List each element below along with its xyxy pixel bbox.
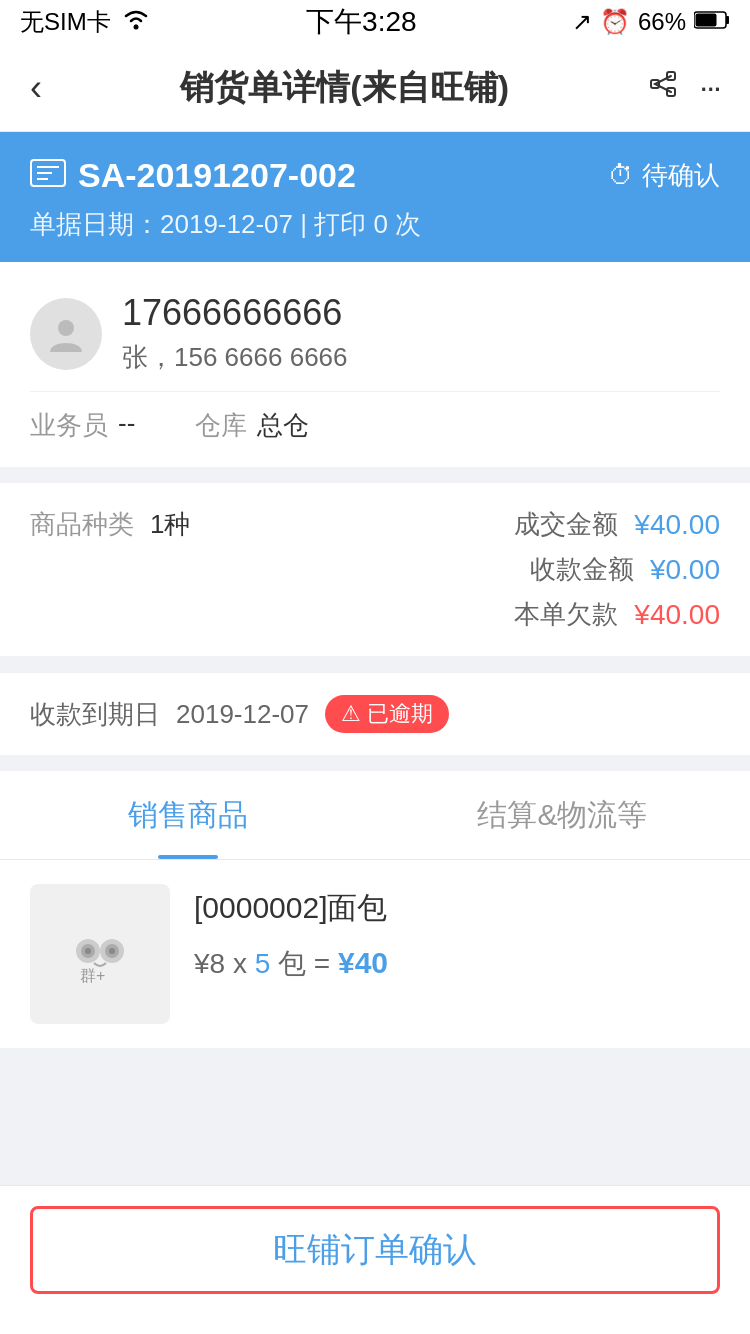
- summary-section: 商品种类 1种 成交金额 ¥40.00 收款金额 ¥0.00 本单欠款 ¥40.…: [0, 483, 750, 656]
- nav-bar: ‹ 销货单详情(来自旺铺) ···: [0, 44, 750, 132]
- salesperson-value: --: [118, 408, 135, 443]
- deal-amount-value: ¥40.00: [634, 509, 720, 541]
- multiply-sign: x: [233, 948, 255, 979]
- product-item: 群+ [0000002]面包 ¥8 x 5 包 = ¥40: [30, 884, 720, 1024]
- nav-right: ···: [647, 68, 720, 107]
- due-amount-value: ¥40.00: [634, 599, 720, 631]
- order-icon: [30, 156, 66, 195]
- carrier-text: 无SIM卡: [20, 6, 111, 38]
- product-price: ¥8 x 5 包 = ¥40: [194, 945, 720, 983]
- tab-settlement[interactable]: 结算&物流等: [375, 771, 750, 859]
- product-thumbnail: 群+: [30, 884, 170, 1024]
- battery-text: 66%: [638, 8, 686, 36]
- due-date-section: 收款到期日 2019-12-07 ⚠ 已逾期: [0, 672, 750, 755]
- due-date-label: 收款到期日: [30, 697, 160, 732]
- svg-rect-3: [696, 14, 717, 27]
- product-name: [0000002]面包: [194, 888, 720, 929]
- status-bar-left: 无SIM卡: [20, 6, 151, 38]
- summary-right: 成交金额 ¥40.00 收款金额 ¥0.00 本单欠款 ¥40.00: [514, 507, 720, 632]
- unit: 包: [278, 948, 306, 979]
- equals-sign: =: [314, 948, 338, 979]
- status-badge: ⏱ 待确认: [608, 158, 720, 193]
- nav-left: ‹: [30, 67, 42, 109]
- salesperson-label: 业务员: [30, 408, 108, 443]
- customer-top: 17666666666 张，156 6666 6666: [30, 292, 720, 375]
- salesperson-info: 业务员 --: [30, 408, 135, 443]
- header-card-top: SA-20191207-002 ⏱ 待确认: [30, 156, 720, 195]
- header-card: SA-20191207-002 ⏱ 待确认 单据日期：2019-12-07 | …: [0, 132, 750, 262]
- clock-icon: ⏱: [608, 160, 634, 191]
- tabs-section: 销售商品 结算&物流等 群+ [000: [0, 771, 750, 1048]
- total-price: ¥40: [338, 946, 388, 979]
- warehouse-info: 仓库 总仓: [195, 408, 309, 443]
- customer-phone: 17666666666: [122, 292, 348, 334]
- status-bar-time: 下午3:28: [306, 3, 417, 41]
- svg-point-11: [58, 320, 74, 336]
- svg-text:群+: 群+: [80, 967, 105, 984]
- quantity: 5: [255, 948, 271, 979]
- wifi-icon: [121, 8, 151, 36]
- order-date: 单据日期：2019-12-07 | 打印 0 次: [30, 207, 720, 242]
- status-bar: 无SIM卡 下午3:28 ↗ ⏰ 66%: [0, 0, 750, 44]
- customer-meta: 业务员 -- 仓库 总仓: [30, 391, 720, 443]
- product-info: [0000002]面包 ¥8 x 5 包 = ¥40: [194, 884, 720, 983]
- more-icon[interactable]: ···: [699, 69, 720, 106]
- battery-icon: [694, 8, 730, 36]
- due-date-value: 2019-12-07: [176, 699, 309, 730]
- warehouse-label: 仓库: [195, 408, 247, 443]
- collected-amount-row: 收款金额 ¥0.00: [530, 552, 720, 587]
- deal-amount-row: 成交金额 ¥40.00: [514, 507, 720, 542]
- product-section: 群+ [0000002]面包 ¥8 x 5 包 = ¥40: [0, 860, 750, 1048]
- share-icon[interactable]: [647, 68, 679, 107]
- svg-point-17: [109, 948, 115, 954]
- bottom-bar: 旺铺订单确认: [0, 1185, 750, 1334]
- svg-rect-2: [726, 16, 729, 24]
- location-icon: ↗: [572, 8, 592, 36]
- tabs: 销售商品 结算&物流等: [0, 771, 750, 860]
- due-amount-label: 本单欠款: [514, 597, 618, 632]
- due-amount-row: 本单欠款 ¥40.00: [514, 597, 720, 632]
- deal-amount-label: 成交金额: [514, 507, 618, 542]
- order-id: SA-20191207-002: [30, 156, 356, 195]
- summary-left: 商品种类 1种: [30, 507, 190, 542]
- product-type-row: 商品种类 1种: [30, 507, 190, 542]
- customer-info: 17666666666 张，156 6666 6666: [122, 292, 348, 375]
- product-type-value: 1种: [150, 507, 190, 542]
- back-button[interactable]: ‹: [30, 67, 42, 109]
- overdue-badge: ⚠ 已逾期: [325, 695, 449, 733]
- product-type-label: 商品种类: [30, 507, 134, 542]
- svg-point-16: [85, 948, 91, 954]
- tab-products[interactable]: 销售商品: [0, 771, 375, 859]
- page-title: 销货单详情(来自旺铺): [180, 65, 509, 111]
- status-bar-right: ↗ ⏰ 66%: [572, 8, 730, 36]
- warning-icon: ⚠: [341, 701, 361, 727]
- collected-amount-value: ¥0.00: [650, 554, 720, 586]
- customer-name: 张，156 6666 6666: [122, 340, 348, 375]
- collected-amount-label: 收款金额: [530, 552, 634, 587]
- warehouse-value: 总仓: [257, 408, 309, 443]
- avatar: [30, 298, 102, 370]
- overdue-text: 已逾期: [367, 699, 433, 729]
- unit-price: ¥8: [194, 948, 225, 979]
- alarm-icon: ⏰: [600, 8, 630, 36]
- customer-section: 17666666666 张，156 6666 6666 业务员 -- 仓库 总仓: [0, 262, 750, 467]
- svg-point-0: [133, 25, 138, 30]
- confirm-order-button[interactable]: 旺铺订单确认: [30, 1206, 720, 1294]
